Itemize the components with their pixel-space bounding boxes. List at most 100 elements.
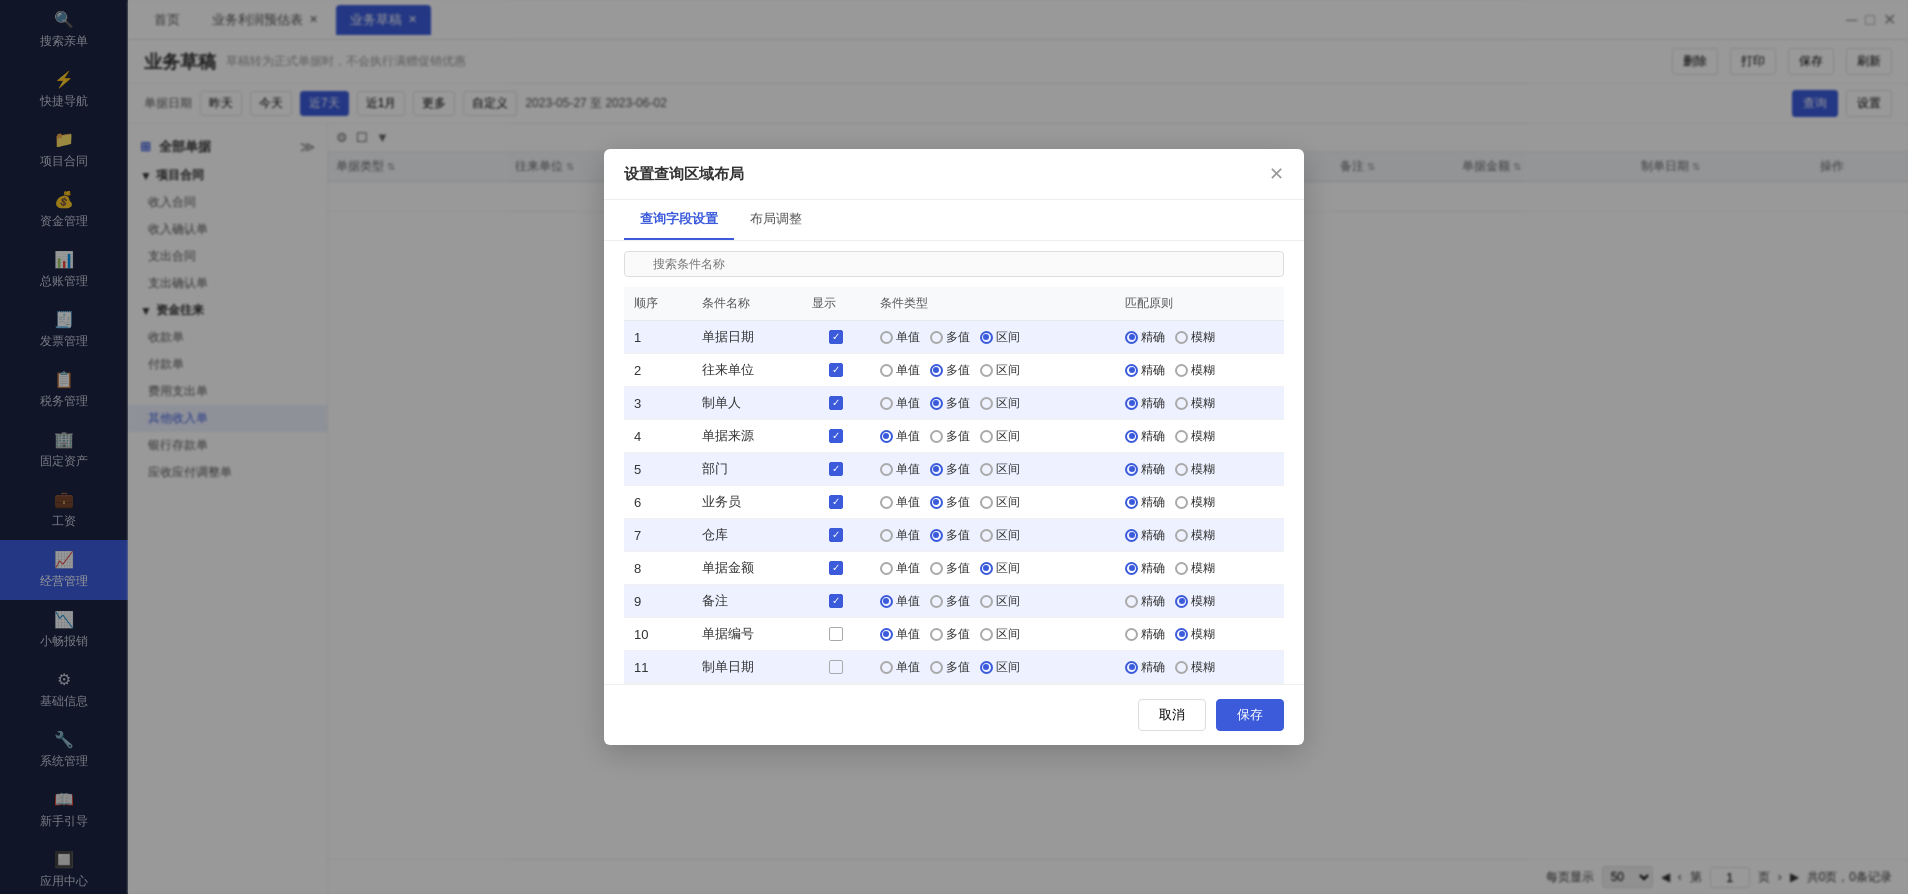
radio-fuzzy[interactable]: 模糊 (1175, 659, 1215, 676)
checkbox[interactable] (829, 429, 843, 443)
radio-single[interactable]: 单值 (880, 428, 920, 445)
row-match-principle: 精确模糊 (1115, 387, 1284, 420)
radio-exact[interactable]: 精确 (1125, 362, 1165, 379)
radio-range[interactable]: 区间 (980, 428, 1020, 445)
modal-footer: 取消 保存 (604, 684, 1304, 745)
radio-range[interactable]: 区间 (980, 494, 1020, 511)
modal-tab-field-settings[interactable]: 查询字段设置 (624, 200, 734, 240)
radio-fuzzy[interactable]: 模糊 (1175, 593, 1215, 610)
radio-single[interactable]: 单值 (880, 626, 920, 643)
radio-fuzzy[interactable]: 模糊 (1175, 329, 1215, 346)
row-display-checkbox[interactable] (802, 420, 870, 453)
row-display-checkbox[interactable] (802, 618, 870, 651)
radio-exact[interactable]: 精确 (1125, 659, 1165, 676)
radio-multi[interactable]: 多值 (930, 659, 970, 676)
modal-close-button[interactable]: ✕ (1269, 163, 1284, 185)
modal-table-row: 9备注单值多值区间精确模糊 (624, 585, 1284, 618)
checkbox[interactable] (829, 561, 843, 575)
row-display-checkbox[interactable] (802, 651, 870, 684)
radio-range[interactable]: 区间 (980, 593, 1020, 610)
modal-tab-layout-adjust[interactable]: 布局调整 (734, 200, 818, 240)
radio-single[interactable]: 单值 (880, 461, 920, 478)
radio-exact[interactable]: 精确 (1125, 494, 1165, 511)
row-condition-name: 制单人 (692, 387, 803, 420)
radio-exact[interactable]: 精确 (1125, 593, 1165, 610)
row-match-principle: 精确模糊 (1115, 552, 1284, 585)
radio-multi[interactable]: 多值 (930, 527, 970, 544)
radio-single[interactable]: 单值 (880, 494, 920, 511)
checkbox[interactable] (829, 396, 843, 410)
radio-multi[interactable]: 多值 (930, 593, 970, 610)
checkbox[interactable] (829, 330, 843, 344)
modal-cancel-button[interactable]: 取消 (1138, 699, 1206, 731)
checkbox[interactable] (829, 495, 843, 509)
radio-exact[interactable]: 精确 (1125, 560, 1165, 577)
checkbox[interactable] (829, 528, 843, 542)
modal-table-row: 6业务员单值多值区间精确模糊 (624, 486, 1284, 519)
modal-table-row: 8单据金额单值多值区间精确模糊 (624, 552, 1284, 585)
radio-multi[interactable]: 多值 (930, 560, 970, 577)
radio-range[interactable]: 区间 (980, 329, 1020, 346)
radio-exact[interactable]: 精确 (1125, 428, 1165, 445)
radio-multi[interactable]: 多值 (930, 494, 970, 511)
radio-multi[interactable]: 多值 (930, 626, 970, 643)
radio-fuzzy[interactable]: 模糊 (1175, 527, 1215, 544)
checkbox[interactable] (829, 627, 843, 641)
row-display-checkbox[interactable] (802, 321, 870, 354)
radio-single[interactable]: 单值 (880, 329, 920, 346)
radio-fuzzy[interactable]: 模糊 (1175, 428, 1215, 445)
radio-single[interactable]: 单值 (880, 362, 920, 379)
row-match-principle: 精确模糊 (1115, 519, 1284, 552)
radio-multi[interactable]: 多值 (930, 395, 970, 412)
radio-range[interactable]: 区间 (980, 461, 1020, 478)
radio-exact[interactable]: 精确 (1125, 329, 1165, 346)
radio-exact[interactable]: 精确 (1125, 626, 1165, 643)
radio-exact[interactable]: 精确 (1125, 527, 1165, 544)
row-display-checkbox[interactable] (802, 519, 870, 552)
radio-multi[interactable]: 多值 (930, 362, 970, 379)
checkbox[interactable] (829, 363, 843, 377)
radio-range[interactable]: 区间 (980, 362, 1020, 379)
radio-range[interactable]: 区间 (980, 659, 1020, 676)
modal-save-button[interactable]: 保存 (1216, 699, 1284, 731)
radio-single[interactable]: 单值 (880, 659, 920, 676)
row-display-checkbox[interactable] (802, 552, 870, 585)
row-condition-type: 单值多值区间 (870, 618, 1116, 651)
row-display-checkbox[interactable] (802, 354, 870, 387)
checkbox[interactable] (829, 594, 843, 608)
radio-single[interactable]: 单值 (880, 395, 920, 412)
row-display-checkbox[interactable] (802, 387, 870, 420)
row-display-checkbox[interactable] (802, 585, 870, 618)
row-match-principle: 精确模糊 (1115, 486, 1284, 519)
row-condition-type: 单值多值区间 (870, 321, 1116, 354)
checkbox[interactable] (829, 462, 843, 476)
row-condition-type: 单值多值区间 (870, 585, 1116, 618)
radio-range[interactable]: 区间 (980, 560, 1020, 577)
radio-range[interactable]: 区间 (980, 395, 1020, 412)
radio-fuzzy[interactable]: 模糊 (1175, 461, 1215, 478)
radio-multi[interactable]: 多值 (930, 461, 970, 478)
row-condition-type: 单值多值区间 (870, 486, 1116, 519)
radio-fuzzy[interactable]: 模糊 (1175, 395, 1215, 412)
radio-exact[interactable]: 精确 (1125, 395, 1165, 412)
radio-fuzzy[interactable]: 模糊 (1175, 560, 1215, 577)
radio-exact[interactable]: 精确 (1125, 461, 1165, 478)
row-display-checkbox[interactable] (802, 486, 870, 519)
row-condition-name: 单据来源 (692, 420, 803, 453)
radio-fuzzy[interactable]: 模糊 (1175, 362, 1215, 379)
radio-fuzzy[interactable]: 模糊 (1175, 494, 1215, 511)
checkbox[interactable] (829, 660, 843, 674)
modal-table-row: 2往来单位单值多值区间精确模糊 (624, 354, 1284, 387)
modal-search-input[interactable] (624, 251, 1284, 277)
radio-fuzzy[interactable]: 模糊 (1175, 626, 1215, 643)
row-display-checkbox[interactable] (802, 453, 870, 486)
radio-range[interactable]: 区间 (980, 626, 1020, 643)
radio-range[interactable]: 区间 (980, 527, 1020, 544)
radio-multi[interactable]: 多值 (930, 329, 970, 346)
row-match-principle: 精确模糊 (1115, 321, 1284, 354)
radio-multi[interactable]: 多值 (930, 428, 970, 445)
radio-single[interactable]: 单值 (880, 593, 920, 610)
row-order: 9 (624, 585, 692, 618)
radio-single[interactable]: 单值 (880, 560, 920, 577)
radio-single[interactable]: 单值 (880, 527, 920, 544)
